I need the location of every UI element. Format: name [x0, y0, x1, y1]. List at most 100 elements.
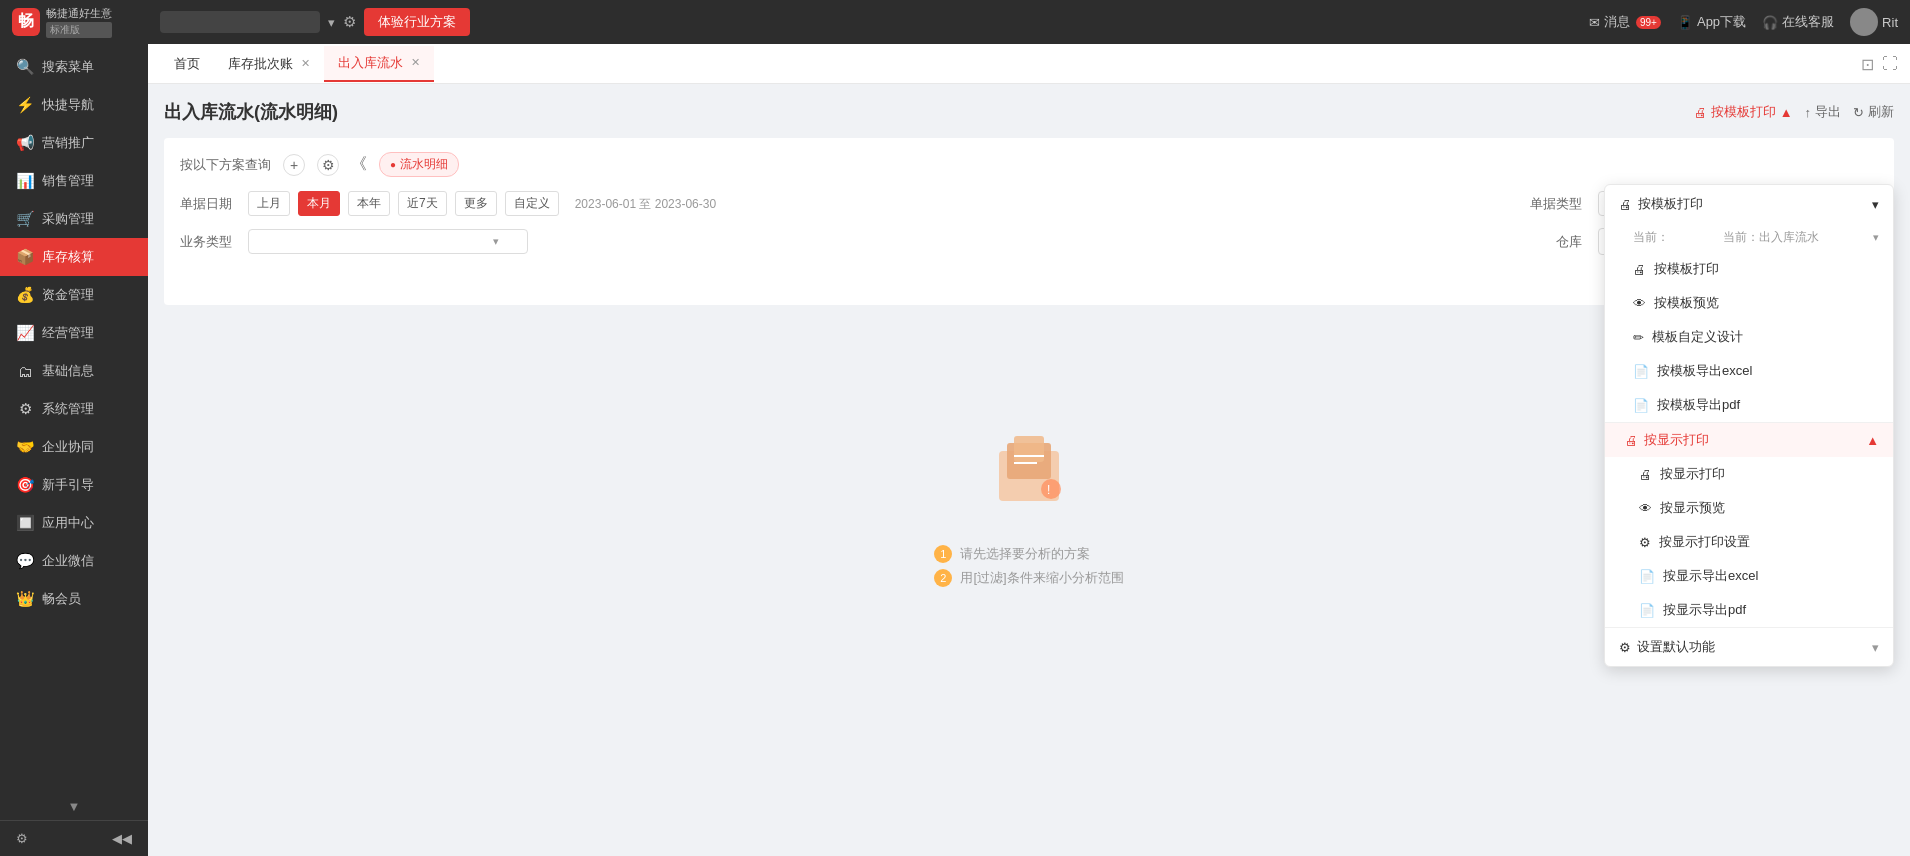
user-avatar-item[interactable]: Rit: [1850, 8, 1898, 36]
sidebar-item-quick-nav[interactable]: ⚡ 快捷导航: [0, 86, 148, 124]
print-icon: 🖨: [1694, 105, 1707, 120]
sidebar-item-enterprise[interactable]: 🤝 企业协同: [0, 428, 148, 466]
marketing-icon: 📢: [16, 134, 34, 152]
current-label-chevron: ▾: [1873, 231, 1879, 244]
dropdown-item-template-preview[interactable]: 👁 按模板预览: [1605, 286, 1893, 320]
print-template-icon: 🖨: [1619, 197, 1632, 212]
sidebar-item-base[interactable]: 🗂 基础信息: [0, 352, 148, 390]
dropdown-item-display-pdf[interactable]: 📄 按显示导出pdf: [1605, 593, 1893, 627]
business-type-select[interactable]: ▾: [248, 229, 528, 254]
dropdown-item-display-print[interactable]: 🖨 按显示打印: [1605, 457, 1893, 491]
page-title: 出入库流水(流水明细): [164, 100, 338, 124]
date-btn-custom[interactable]: 自定义: [505, 191, 559, 216]
sidebar: 🔍 搜索菜单 ⚡ 快捷导航 📢 营销推广 📊 销售管理 🛒 采购管理 📦: [0, 44, 148, 856]
step-num-1: 1: [934, 545, 952, 563]
member-icon: 👑: [16, 590, 34, 608]
business-type-label: 业务类型: [180, 233, 232, 251]
sidebar-item-marketing[interactable]: 📢 营销推广: [0, 124, 148, 162]
logo-tag: 标准版: [46, 22, 112, 38]
header-search-input[interactable]: [160, 11, 320, 33]
date-btn-current-year[interactable]: 本年: [348, 191, 390, 216]
header-settings-icon[interactable]: ⚙: [343, 13, 356, 31]
enterprise-icon: 🤝: [16, 438, 34, 456]
template-preview-icon: 👁: [1633, 296, 1646, 311]
page-content: 出入库流水(流水明细) 🖨 按模板打印 ▲ ↑ 导出 ↻ 刷新: [148, 84, 1910, 856]
empty-svg: !: [979, 421, 1079, 521]
sidebar-item-label-sales: 销售管理: [42, 172, 94, 190]
sidebar-collapse-icon[interactable]: ◀◀: [112, 831, 132, 846]
purchase-icon: 🛒: [16, 210, 34, 228]
sidebar-scroll-down[interactable]: ▼: [0, 793, 148, 820]
user-avatar: [1850, 8, 1878, 36]
tab-minimize-icon[interactable]: ⊡: [1861, 54, 1874, 73]
display-excel-icon: 📄: [1639, 569, 1655, 584]
tab-flow[interactable]: 出入库流水 ✕: [324, 46, 434, 82]
refresh-icon: ↻: [1853, 105, 1864, 120]
dropdown-section-template-header[interactable]: 🖨 按模板打印 ▾: [1605, 185, 1893, 223]
empty-steps: 1 请先选择要分析的方案 2 用[过滤]条件来缩小分析范围: [934, 545, 1123, 593]
tab-home[interactable]: 首页: [160, 47, 214, 81]
tab-batch-ledger-close[interactable]: ✕: [301, 57, 310, 70]
display-pdf-label: 按显示导出pdf: [1663, 601, 1746, 619]
header-chevron-icon[interactable]: ▾: [328, 15, 335, 30]
display-pdf-icon: 📄: [1639, 603, 1655, 618]
sidebar-item-label-guide: 新手引导: [42, 476, 94, 494]
refresh-btn[interactable]: ↻ 刷新: [1853, 103, 1894, 121]
export-icon: ↑: [1805, 105, 1812, 120]
tab-batch-ledger[interactable]: 库存批次账 ✕: [214, 47, 324, 81]
sidebar-item-system[interactable]: ⚙ 系统管理: [0, 390, 148, 428]
dropdown-item-template-design[interactable]: ✏ 模板自定义设计: [1605, 320, 1893, 354]
sales-icon: 📊: [16, 172, 34, 190]
date-btn-current-month[interactable]: 本月: [298, 191, 340, 216]
sidebar-item-app-center[interactable]: 🔲 应用中心: [0, 504, 148, 542]
message-badge: 99+: [1636, 16, 1661, 29]
sidebar-item-operations[interactable]: 📈 经营管理: [0, 314, 148, 352]
tab-maximize-icon[interactable]: ⛶: [1882, 55, 1898, 73]
settings-filter-btn[interactable]: ⚙: [317, 154, 339, 176]
dropdown-section-template-label: 按模板打印: [1638, 195, 1703, 213]
dropdown-item-template-pdf[interactable]: 📄 按模板导出pdf: [1605, 388, 1893, 422]
display-excel-label: 按显示导出excel: [1663, 567, 1758, 585]
sidebar-settings-icon[interactable]: ⚙: [16, 831, 28, 846]
inventory-icon: 📦: [16, 248, 34, 266]
sidebar-item-label-app-center: 应用中心: [42, 514, 94, 532]
dropdown-footer[interactable]: ⚙ 设置默认功能 ▾: [1605, 628, 1893, 666]
date-btn-recent-7[interactable]: 近7天: [398, 191, 447, 216]
dropdown-item-display-preview[interactable]: 👁 按显示预览: [1605, 491, 1893, 525]
add-filter-btn[interactable]: +: [283, 154, 305, 176]
svg-text:!: !: [1047, 483, 1050, 497]
app-download-item[interactable]: 📱 App下载: [1677, 13, 1746, 31]
sidebar-item-sales[interactable]: 📊 销售管理: [0, 162, 148, 200]
sidebar-item-guide[interactable]: 🎯 新手引导: [0, 466, 148, 504]
collapse-filter-btn[interactable]: 《: [351, 154, 367, 175]
sidebar-item-member[interactable]: 👑 畅会员: [0, 580, 148, 618]
sidebar-item-wechat[interactable]: 💬 企业微信: [0, 542, 148, 580]
sidebar-item-label-base: 基础信息: [42, 362, 94, 380]
print-btn[interactable]: 🖨 按模板打印 ▲: [1694, 103, 1793, 121]
flow-detail-tag[interactable]: ● 流水明细: [379, 152, 459, 177]
sidebar-item-search-menu[interactable]: 🔍 搜索菜单: [0, 48, 148, 86]
sidebar-item-finance[interactable]: 💰 资金管理: [0, 276, 148, 314]
industry-btn[interactable]: 体验行业方案: [364, 8, 470, 36]
online-service-item[interactable]: 🎧 在线客服: [1762, 13, 1834, 31]
date-filter-buttons: 上月 本月 本年 近7天 更多 自定义: [248, 191, 559, 216]
headset-icon: 🎧: [1762, 15, 1778, 30]
template-print-label: 按模板打印: [1654, 260, 1719, 278]
page-actions: 🖨 按模板打印 ▲ ↑ 导出 ↻ 刷新: [1694, 103, 1894, 121]
sidebar-item-inventory[interactable]: 📦 库存核算: [0, 238, 148, 276]
dropdown-item-display-settings[interactable]: ⚙ 按显示打印设置: [1605, 525, 1893, 559]
dropdown-item-display-excel[interactable]: 📄 按显示导出excel: [1605, 559, 1893, 593]
dropdown-item-template-print[interactable]: 🖨 按模板打印: [1605, 252, 1893, 286]
top-header: 畅 畅捷通好生意 标准版 ▾ ⚙ 体验行业方案 ✉ 消息 99+ 📱 App下载…: [0, 0, 1910, 44]
finance-icon: 💰: [16, 286, 34, 304]
date-btn-last-month[interactable]: 上月: [248, 191, 290, 216]
dropdown-item-template-excel[interactable]: 📄 按模板导出excel: [1605, 354, 1893, 388]
tab-flow-close[interactable]: ✕: [411, 56, 420, 69]
sidebar-item-purchase[interactable]: 🛒 采购管理: [0, 200, 148, 238]
logo-area: 畅 畅捷通好生意 标准版: [12, 6, 160, 37]
message-item[interactable]: ✉ 消息 99+: [1589, 13, 1661, 31]
filter-tag-label: 流水明细: [400, 156, 448, 173]
date-btn-more[interactable]: 更多: [455, 191, 497, 216]
dropdown-section-display-header[interactable]: 🖨 按显示打印 ▲: [1605, 423, 1893, 457]
export-btn[interactable]: ↑ 导出: [1805, 103, 1842, 121]
